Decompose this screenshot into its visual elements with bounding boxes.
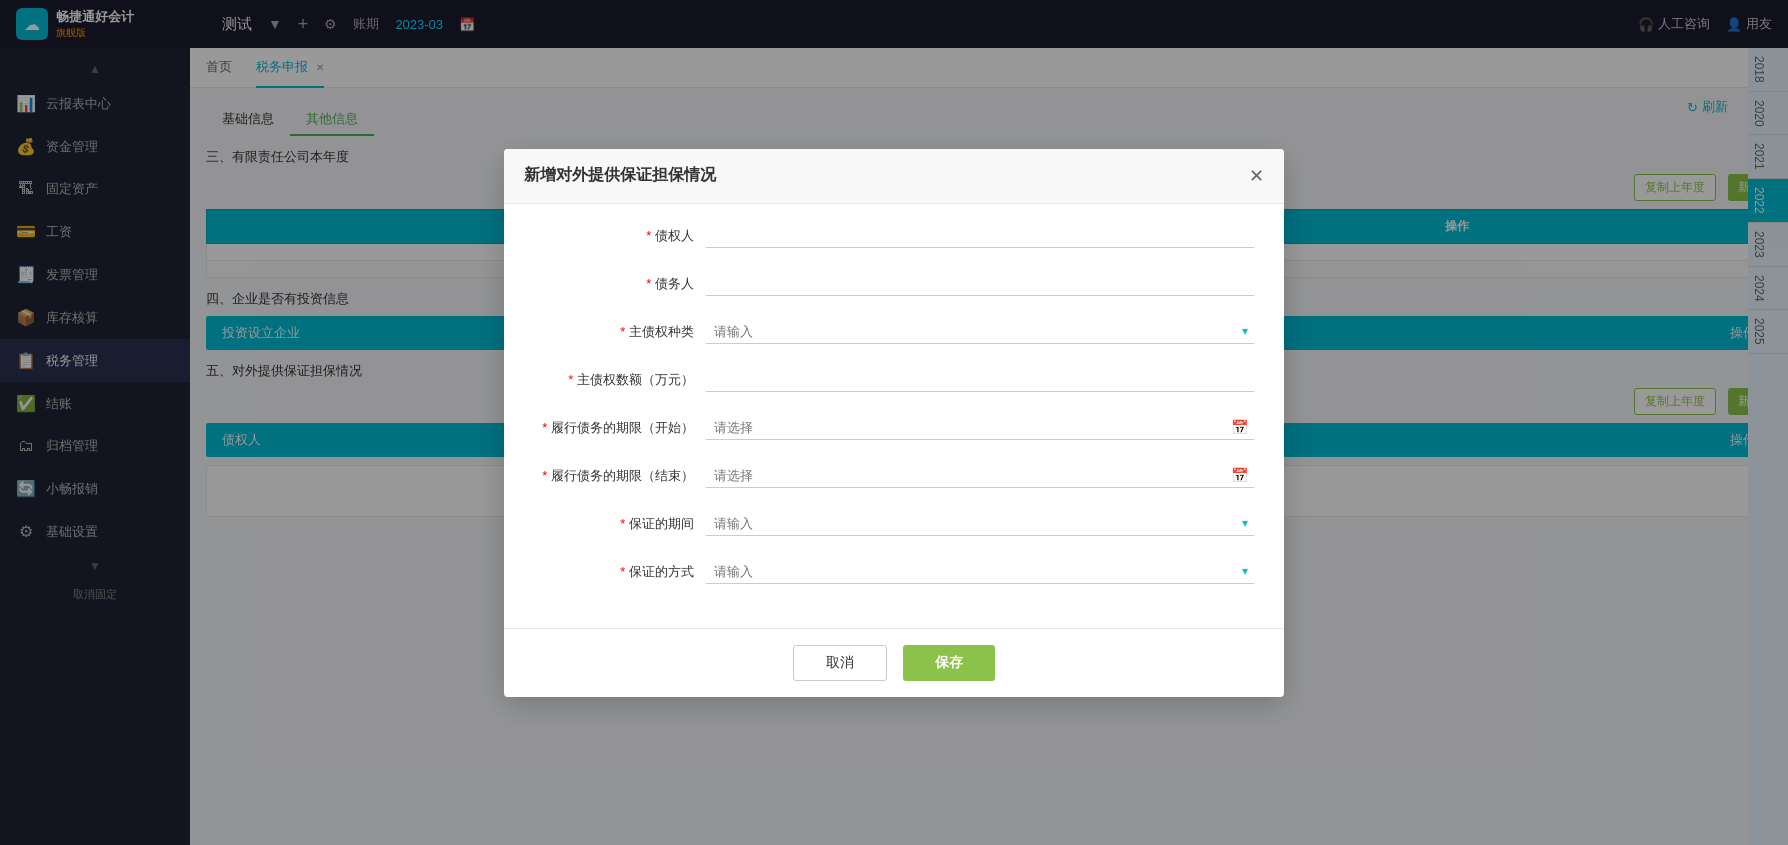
modal-title: 新增对外提供保证担保情况: [524, 165, 716, 186]
debt-end-label: * 履行债务的期限（结束）: [534, 467, 694, 485]
guarantee-method-input[interactable]: [706, 560, 1254, 583]
guarantee-method-select[interactable]: ▾: [706, 560, 1254, 584]
modal-footer: 取消 保存: [504, 628, 1284, 697]
form-row-claim-type: * 主债权种类 ▾: [534, 320, 1254, 344]
debt-end-input[interactable]: [706, 464, 1231, 487]
guarantee-period-label: * 保证的期间: [534, 515, 694, 533]
modal-close-icon[interactable]: ✕: [1249, 165, 1264, 187]
debtor-label: * 债务人: [534, 275, 694, 293]
form-row-claim-amount: * 主债权数额（万元）: [534, 368, 1254, 392]
form-row-guarantee-method: * 保证的方式 ▾: [534, 560, 1254, 584]
debt-start-input[interactable]: [706, 416, 1231, 439]
claim-amount-label: * 主债权数额（万元）: [534, 371, 694, 389]
form-row-guarantee-period: * 保证的期间 ▾: [534, 512, 1254, 536]
debt-start-label: * 履行债务的期限（开始）: [534, 419, 694, 437]
claim-amount-input[interactable]: [706, 368, 1254, 392]
debt-start-date[interactable]: 📅: [706, 416, 1254, 440]
guarantee-period-select[interactable]: ▾: [706, 512, 1254, 536]
calendar-end-icon[interactable]: 📅: [1231, 467, 1254, 483]
guarantee-period-input[interactable]: [706, 512, 1254, 535]
modal-header: 新增对外提供保证担保情况 ✕: [504, 149, 1284, 204]
modal-body: * 债权人 * 债务人 * 主债权种类 ▾: [504, 204, 1284, 628]
calendar-start-icon[interactable]: 📅: [1231, 419, 1254, 435]
debt-end-date[interactable]: 📅: [706, 464, 1254, 488]
claim-type-input[interactable]: [706, 320, 1254, 343]
save-button[interactable]: 保存: [903, 645, 995, 681]
guarantee-method-label: * 保证的方式: [534, 563, 694, 581]
claim-type-select[interactable]: ▾: [706, 320, 1254, 344]
modal-add-guarantee: 新增对外提供保证担保情况 ✕ * 债权人 * 债务人 * 主债权种类: [504, 149, 1284, 697]
form-row-creditor: * 债权人: [534, 224, 1254, 248]
form-row-debt-start: * 履行债务的期限（开始） 📅: [534, 416, 1254, 440]
form-row-debt-end: * 履行债务的期限（结束） 📅: [534, 464, 1254, 488]
cancel-button[interactable]: 取消: [793, 645, 887, 681]
creditor-input[interactable]: [706, 224, 1254, 248]
form-row-debtor: * 债务人: [534, 272, 1254, 296]
creditor-label: * 债权人: [534, 227, 694, 245]
claim-type-label: * 主债权种类: [534, 323, 694, 341]
debtor-input[interactable]: [706, 272, 1254, 296]
